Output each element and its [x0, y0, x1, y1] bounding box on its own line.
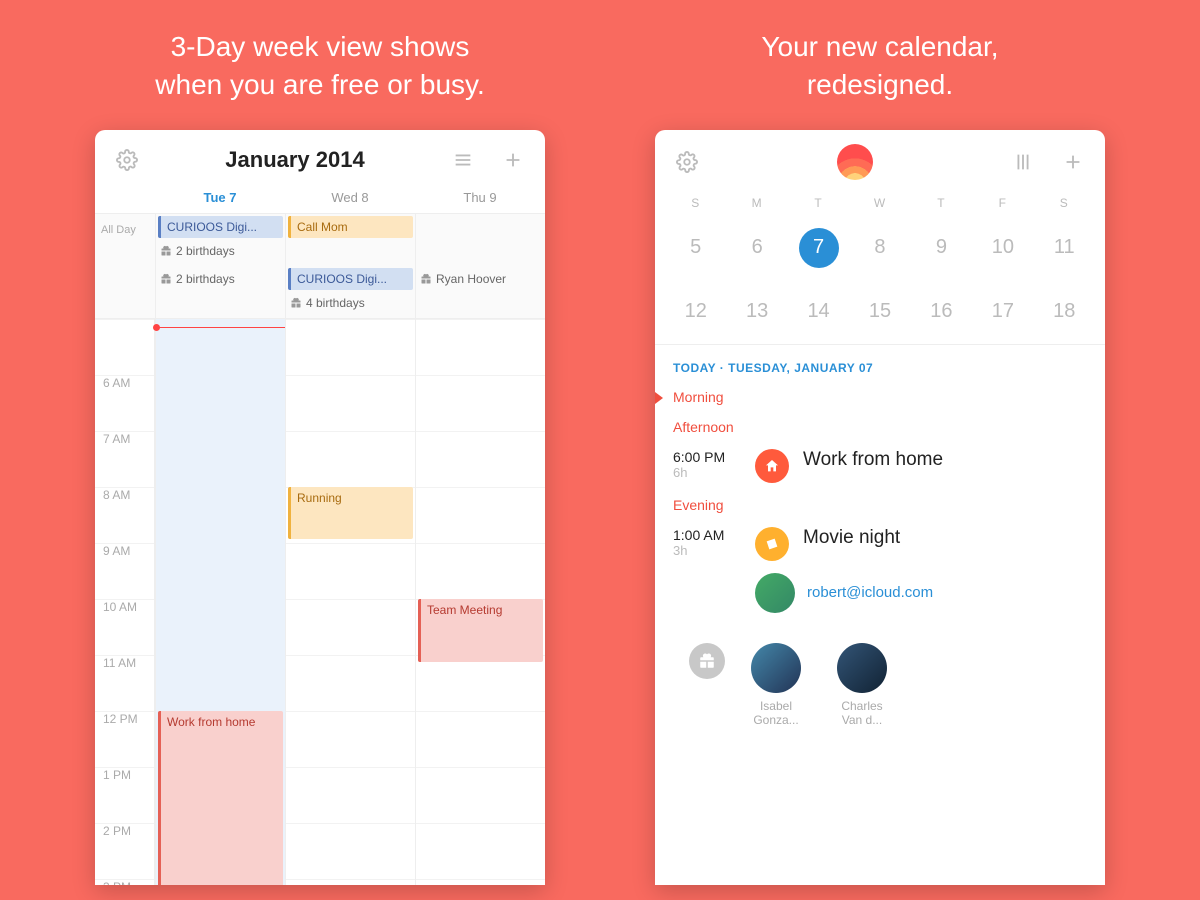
birthday-person[interactable]: Charles Van d... [827, 643, 897, 728]
person-name: Isabel Gonza... [753, 699, 798, 728]
weekday-label: M [726, 196, 787, 210]
event-duration: 6h [673, 465, 741, 480]
day-header-tue[interactable]: Tue 7 [155, 190, 285, 205]
agenda-event[interactable]: 6:00 PM 6h Work from home [673, 449, 1087, 483]
settings-icon[interactable] [671, 146, 703, 178]
hour-label [95, 319, 154, 375]
date-cell[interactable]: 12 [665, 290, 726, 334]
event-title: Work from home [803, 449, 943, 471]
day-column[interactable]: Team Meeting [415, 319, 545, 885]
weekday-label: W [849, 196, 910, 210]
left-headline: 3-Day week view shows when you are free … [155, 28, 484, 104]
three-day-view-screen: January 2014 Tue 7 Wed 8 Thu 9 All Day [95, 130, 545, 885]
avatar [751, 643, 801, 693]
section-evening: Evening [673, 497, 1087, 513]
hour-label: 2 PM [95, 823, 154, 879]
weekday-label: T [788, 196, 849, 210]
avatar [755, 573, 795, 613]
attendee-email[interactable]: robert@icloud.com [807, 584, 933, 601]
date-cell[interactable]: 17 [972, 290, 1033, 334]
section-morning: Morning [673, 389, 1087, 405]
date-cell[interactable]: 15 [849, 290, 910, 334]
hour-label: 8 AM [95, 487, 154, 543]
allday-event[interactable]: Call Mom [288, 216, 413, 238]
section-afternoon: Afternoon [673, 419, 1087, 435]
weekday-label: F [972, 196, 1033, 210]
person-name: Charles Van d... [841, 699, 882, 728]
agenda-event[interactable]: 1:00 AM 3h Movie night [673, 527, 1087, 561]
date-cell[interactable]: 9 [911, 226, 972, 270]
date-cell[interactable]: 8 [849, 226, 910, 270]
column-view-icon[interactable] [1007, 146, 1039, 178]
timed-event[interactable]: Running [288, 487, 413, 539]
allday-event[interactable]: 4 birthdays [288, 292, 413, 314]
sunrise-logo-icon [837, 144, 873, 180]
add-event-icon[interactable] [497, 144, 529, 176]
today-label: TODAY · TUESDAY, JANUARY 07 [673, 361, 1087, 375]
event-duration: 3h [673, 543, 741, 558]
event-time: 1:00 AM [673, 527, 741, 543]
hour-label: 12 PM [95, 711, 154, 767]
date-cell[interactable]: 6 [726, 226, 787, 270]
ticket-icon [755, 527, 789, 561]
hour-label: 1 PM [95, 767, 154, 823]
allday-event[interactable]: CURIOOS Digi... [158, 216, 283, 238]
avatar [837, 643, 887, 693]
weekday-label: T [911, 196, 972, 210]
hour-label: 10 AM [95, 599, 154, 655]
date-cell[interactable]: 5 [665, 226, 726, 270]
hour-label: 6 AM [95, 375, 154, 431]
allday-event[interactable]: 2 birthdays [158, 240, 283, 262]
add-event-icon[interactable] [1057, 146, 1089, 178]
event-time: 6:00 PM [673, 449, 741, 465]
timed-event[interactable]: Work from home [158, 711, 283, 885]
date-cell[interactable]: 18 [1034, 290, 1095, 334]
weekday-label: S [1034, 196, 1095, 210]
settings-icon[interactable] [111, 144, 143, 176]
allday-label: All Day [95, 214, 155, 266]
right-headline: Your new calendar, redesigned. [761, 28, 998, 104]
hour-label: 9 AM [95, 543, 154, 599]
list-view-icon[interactable] [447, 144, 479, 176]
day-header-wed[interactable]: Wed 8 [285, 190, 415, 205]
gift-icon [689, 643, 725, 679]
day-header-thu[interactable]: Thu 9 [415, 190, 545, 205]
allday-event[interactable]: CURIOOS Digi... [288, 268, 413, 290]
attendee-row[interactable]: robert@icloud.com [755, 573, 1087, 613]
timed-event[interactable]: Team Meeting [418, 599, 543, 662]
agenda-view-screen: SMTWTFS 56789101112131415161718 TODAY · … [655, 130, 1105, 885]
home-icon [755, 449, 789, 483]
allday-event[interactable]: 2 birthdays [158, 268, 283, 290]
date-cell[interactable]: 11 [1034, 226, 1095, 270]
date-cell[interactable]: 10 [972, 226, 1033, 270]
weekday-label: S [665, 196, 726, 210]
hour-label: 3 PM [95, 879, 154, 885]
hour-label: 11 AM [95, 655, 154, 711]
hour-label: 7 AM [95, 431, 154, 487]
birthday-person[interactable]: Isabel Gonza... [741, 643, 811, 728]
day-column[interactable]: Work from home [155, 319, 285, 885]
month-title[interactable]: January 2014 [225, 147, 364, 173]
event-title: Movie night [803, 527, 900, 549]
date-cell[interactable]: 14 [788, 290, 849, 334]
date-cell[interactable]: 16 [911, 290, 972, 334]
date-cell[interactable]: 7 [788, 226, 849, 270]
date-cell[interactable]: 13 [726, 290, 787, 334]
day-column[interactable]: Running [285, 319, 415, 885]
allday-event[interactable]: Ryan Hoover [418, 268, 543, 290]
